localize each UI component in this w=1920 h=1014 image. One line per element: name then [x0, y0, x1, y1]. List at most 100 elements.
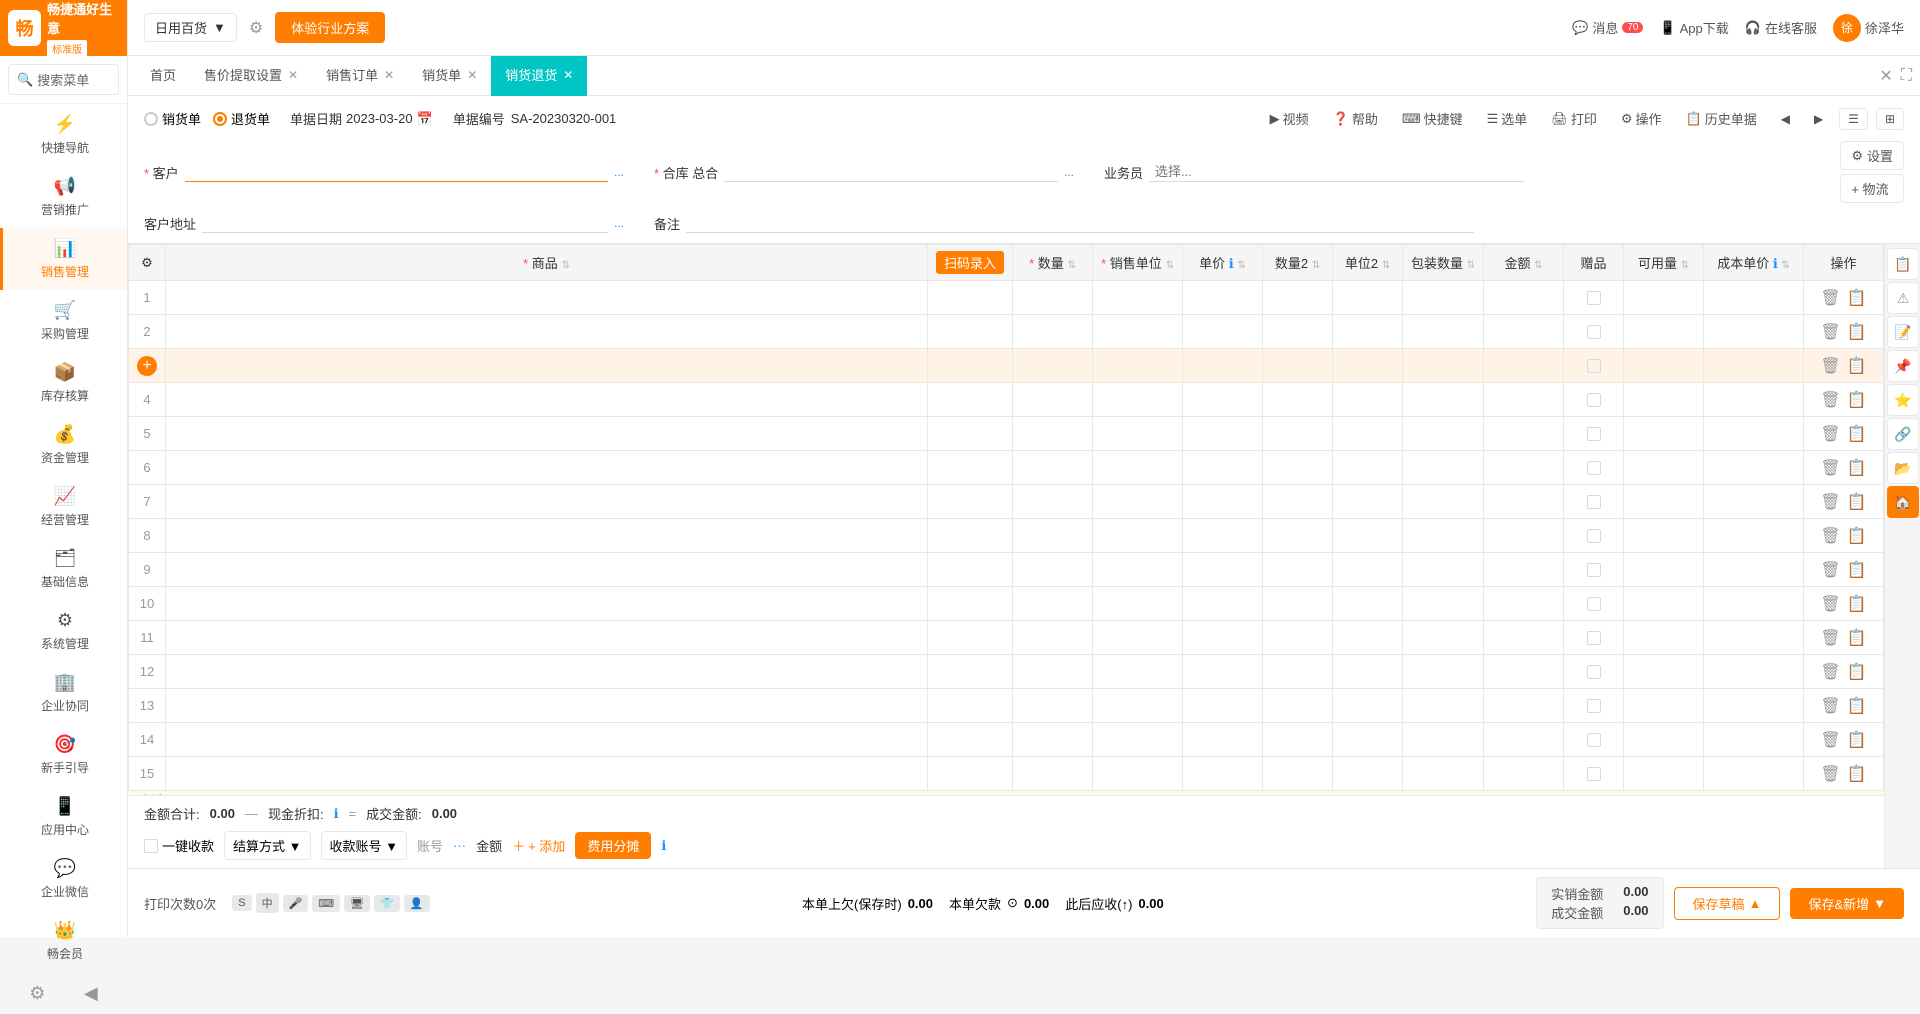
gift-cell[interactable]	[1564, 655, 1624, 689]
unit2-cell[interactable]	[1332, 723, 1402, 757]
copy-row-button[interactable]: 📋	[1847, 356, 1867, 376]
sale-unit-cell[interactable]	[1092, 451, 1182, 485]
gift-cell[interactable]	[1564, 723, 1624, 757]
add-row-button[interactable]: +	[137, 356, 157, 376]
quantity2-cell[interactable]	[1262, 383, 1332, 417]
quantity2-cell[interactable]	[1262, 281, 1332, 315]
gift-cell[interactable]	[1564, 553, 1624, 587]
tab-sale-order-close[interactable]: ✕	[384, 68, 394, 82]
operation-button[interactable]: ⚙ 操作	[1613, 106, 1670, 131]
header-gear-button[interactable]: ⚙	[249, 18, 263, 38]
delete-row-button[interactable]: 🗑	[1820, 526, 1840, 546]
quantity2-cell[interactable]	[1262, 757, 1332, 791]
tab-expand-button[interactable]: ⛶	[1901, 67, 1912, 85]
quantity2-cell[interactable]	[1262, 587, 1332, 621]
list-view-button[interactable]: ☰	[1839, 108, 1868, 130]
sidebar-item-app-center[interactable]: 📱 应用中心	[0, 786, 127, 848]
col-available-sort[interactable]: ⇅	[1681, 260, 1689, 271]
product-cell[interactable]	[166, 519, 928, 553]
delete-row-button[interactable]: 🗑	[1820, 594, 1840, 614]
product-cell[interactable]	[166, 417, 928, 451]
gift-cell[interactable]	[1564, 621, 1624, 655]
amount-cell[interactable]	[1484, 485, 1564, 519]
col-quantity2-sort[interactable]: ⇅	[1312, 260, 1320, 271]
gift-checkbox[interactable]	[1587, 767, 1601, 781]
delete-row-button[interactable]: 🗑	[1820, 424, 1840, 444]
pack-qty-cell[interactable]	[1402, 485, 1483, 519]
gift-cell[interactable]	[1564, 451, 1624, 485]
sale-unit-cell[interactable]	[1092, 281, 1182, 315]
quantity-cell[interactable]	[1012, 689, 1092, 723]
sale-unit-cell[interactable]	[1092, 689, 1182, 723]
gift-cell[interactable]	[1564, 587, 1624, 621]
col-pack-qty-sort[interactable]: ⇅	[1467, 260, 1475, 271]
quantity2-cell[interactable]	[1262, 451, 1332, 485]
footer-icon-person[interactable]: 👤	[404, 895, 430, 912]
amount-cell[interactable]	[1484, 587, 1564, 621]
col-unit2-sort[interactable]: ⇅	[1382, 260, 1390, 271]
product-cell[interactable]	[166, 383, 928, 417]
copy-row-button[interactable]: 📋	[1847, 696, 1867, 716]
quantity-cell[interactable]	[1012, 383, 1092, 417]
gift-checkbox[interactable]	[1587, 563, 1601, 577]
next-doc-button[interactable]: ▶	[1806, 109, 1831, 129]
unit2-cell[interactable]	[1332, 519, 1402, 553]
pack-qty-cell[interactable]	[1402, 587, 1483, 621]
copy-row-button[interactable]: 📋	[1847, 560, 1867, 580]
shortcut-button[interactable]: ⌨ 快捷键	[1394, 106, 1471, 131]
sidebar-item-finance[interactable]: 💰 资金管理	[0, 414, 127, 476]
sidebar-item-sales[interactable]: 📊 销售管理	[0, 228, 127, 290]
delete-row-button[interactable]: 🗑	[1820, 662, 1840, 682]
gift-checkbox[interactable]	[1587, 597, 1601, 611]
salesman-input[interactable]	[1149, 162, 1524, 182]
footer-icon-mic[interactable]: 🎤	[283, 895, 309, 912]
tab-sale-price[interactable]: 售价提取设置 ✕	[190, 56, 312, 96]
delete-row-button[interactable]: 🗑	[1820, 390, 1840, 410]
gift-cell[interactable]	[1564, 281, 1624, 315]
amount-cell[interactable]	[1484, 655, 1564, 689]
sale-unit-cell[interactable]	[1092, 655, 1182, 689]
amount-cell[interactable]	[1484, 451, 1564, 485]
col-amount-sort[interactable]: ⇅	[1534, 260, 1542, 271]
pack-qty-cell[interactable]	[1402, 553, 1483, 587]
product-input[interactable]	[174, 358, 919, 373]
quantity2-cell[interactable]	[1262, 655, 1332, 689]
quantity2-cell[interactable]	[1262, 553, 1332, 587]
sidebar-item-enterprise[interactable]: 🏢 企业协同	[0, 662, 127, 724]
account-method-select[interactable]: 收款账号 ▼	[321, 831, 408, 860]
quantity-cell[interactable]	[1012, 451, 1092, 485]
gift-checkbox[interactable]	[1587, 393, 1601, 407]
side-panel-btn-8[interactable]: 🏠	[1887, 486, 1919, 518]
unit-price-cell[interactable]	[1182, 383, 1262, 417]
unit2-cell[interactable]	[1332, 757, 1402, 791]
delete-row-button[interactable]: 🗑	[1820, 288, 1840, 308]
sidebar-item-marketing[interactable]: 📢 营销推广	[0, 166, 127, 228]
customer-input[interactable]	[185, 162, 608, 182]
tab-sale-return[interactable]: 销货退货 ✕	[491, 56, 587, 96]
unit2-cell[interactable]	[1332, 281, 1402, 315]
product-cell[interactable]	[166, 485, 928, 519]
quantity2-cell[interactable]	[1262, 723, 1332, 757]
quantity-cell[interactable]	[1012, 553, 1092, 587]
amount-cell[interactable]	[1484, 757, 1564, 791]
unit2-cell[interactable]	[1332, 349, 1402, 383]
quantity2-cell[interactable]	[1262, 349, 1332, 383]
gift-cell[interactable]	[1564, 417, 1624, 451]
col-unit-price-sort[interactable]: ⇅	[1237, 260, 1245, 271]
sidebar-item-system[interactable]: ⚙ 系统管理	[0, 600, 127, 662]
sidebar-item-purchase[interactable]: 🛒 采购管理	[0, 290, 127, 352]
radio-return-doc[interactable]: 退货单	[213, 109, 270, 128]
remark-input[interactable]	[686, 213, 1474, 233]
product-cell[interactable]	[166, 689, 928, 723]
customer-more-link[interactable]: ...	[614, 165, 624, 179]
quantity-cell[interactable]	[1012, 621, 1092, 655]
save-new-button[interactable]: 保存&新增 ▼	[1790, 888, 1904, 919]
copy-row-button[interactable]: 📋	[1847, 424, 1867, 444]
sidebar-search[interactable]: 🔍 搜索菜单	[0, 56, 127, 104]
copy-row-button[interactable]: 📋	[1847, 730, 1867, 750]
amount-cell[interactable]	[1484, 723, 1564, 757]
radio-sale-doc[interactable]: 销货单	[144, 109, 201, 128]
side-panel-btn-6[interactable]: 🔗	[1887, 418, 1919, 450]
unit2-cell[interactable]	[1332, 587, 1402, 621]
unit-price-cell[interactable]	[1182, 723, 1262, 757]
